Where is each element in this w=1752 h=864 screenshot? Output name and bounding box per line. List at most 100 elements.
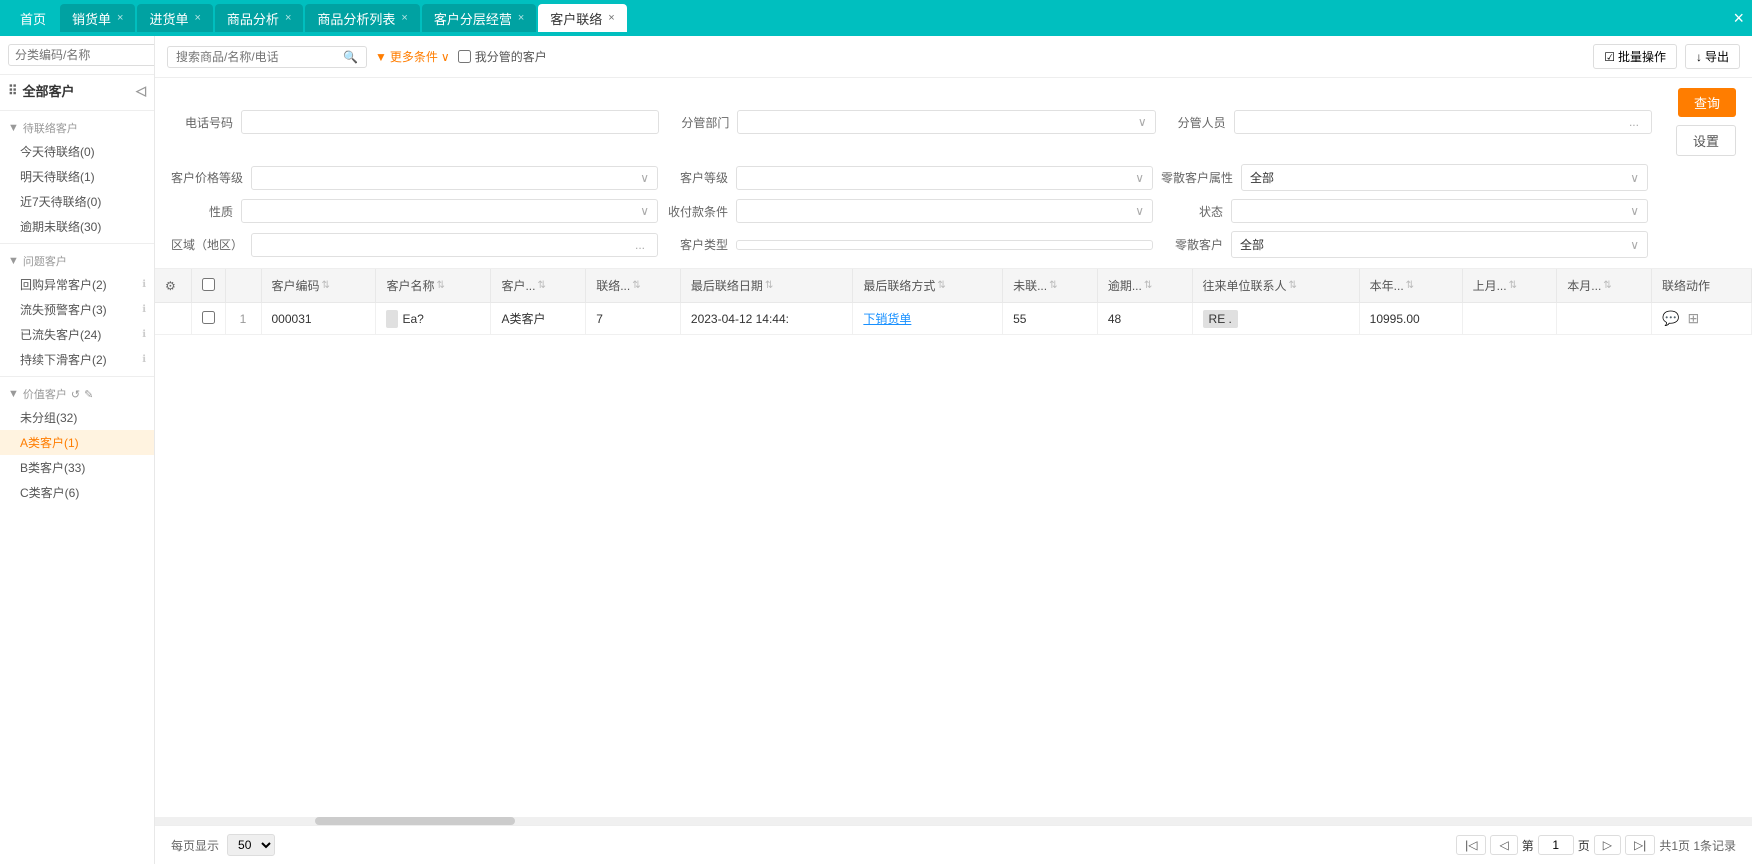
td-overdue: 48 [1097, 303, 1192, 335]
sidebar-item-declining[interactable]: 持续下滑客户(2) ℹ [0, 347, 154, 372]
region-dots[interactable]: ... [631, 238, 649, 252]
sidebar-item-churn-warning[interactable]: 流失预警客户(3) ℹ [0, 297, 154, 322]
tab-customer-segment-close[interactable]: × [518, 12, 524, 24]
qr-action-icon[interactable]: ⊞ [1687, 310, 1699, 327]
tab-customer-contact-close[interactable]: × [608, 12, 614, 24]
prev-page-button[interactable]: ◁ [1490, 835, 1517, 855]
td-code: 000031 [261, 303, 376, 335]
zero-attr-select[interactable]: 全部 ∨ [1241, 164, 1648, 191]
filter-search-icon[interactable]: 🔍 [343, 50, 358, 64]
tab-purchase[interactable]: 进货单 × [137, 4, 212, 32]
sidebar-item-7days-pending[interactable]: 近7天待联络(0) [0, 189, 154, 214]
customer-level-select[interactable]: ∨ [736, 166, 1153, 190]
sort-icon-this-year[interactable]: ⇅ [1406, 280, 1414, 291]
sidebar-collapse-icon[interactable]: ◁ [136, 83, 146, 99]
price-level-chevron: ∨ [640, 171, 649, 185]
row-checkbox[interactable] [202, 311, 215, 324]
filter-price-level: 客户价格等级 ∨ [171, 166, 658, 190]
phone-input[interactable] [241, 110, 659, 134]
zero-customer-chevron: ∨ [1630, 238, 1639, 252]
sidebar-item-repurchase-abnormal[interactable]: 回购异常客户(2) ℹ [0, 272, 154, 297]
tab-product-list-close[interactable]: × [401, 12, 407, 24]
price-level-select[interactable]: ∨ [251, 166, 658, 190]
filter-search-input[interactable] [176, 50, 343, 64]
dept-select[interactable]: ∨ [737, 110, 1155, 134]
sidebar-item-overdue-contact[interactable]: 逾期未联络(30) [0, 214, 154, 239]
refresh-icon[interactable]: ↺ [71, 388, 80, 401]
group-pending-contact[interactable]: ▼ 待联络客户 [0, 115, 154, 139]
sort-icon-name[interactable]: ⇅ [437, 280, 445, 291]
export-button[interactable]: ↓ 导出 [1685, 44, 1740, 69]
sort-icon-last-method[interactable]: ⇅ [937, 280, 945, 291]
tab-product-analysis-close[interactable]: × [285, 12, 291, 24]
first-page-button[interactable]: |◁ [1456, 835, 1486, 855]
customer-table: ⚙ 客户编码 ⇅ [155, 269, 1752, 335]
content-area: 🔍 ▼ 更多条件 ∨ 我分管的客户 ☑ 批量操作 ↓ 导出 [155, 36, 1752, 864]
sidebar-item-class-c[interactable]: C类客户(6) [0, 480, 154, 505]
sort-icon-unit-contact[interactable]: ⇅ [1289, 280, 1297, 291]
sort-icon-no-contact[interactable]: ⇅ [1049, 280, 1057, 291]
last-method-link[interactable]: 下销货单 [863, 312, 911, 326]
sidebar-item-unclassified[interactable]: 未分组(32) [0, 405, 154, 430]
nature-select[interactable]: ∨ [241, 199, 658, 223]
sort-icon-type[interactable]: ⇅ [537, 280, 545, 291]
sort-icon-this-month[interactable]: ⇅ [1603, 280, 1611, 291]
customer-type-select[interactable] [736, 240, 1153, 250]
sidebar-item-today-pending[interactable]: 今天待联络(0) [0, 139, 154, 164]
sidebar-item-class-b[interactable]: B类客户(33) [0, 455, 154, 480]
page-navigation: |◁ ◁ 第 页 ▷ ▷| 共1页 1条记录 [1456, 835, 1736, 855]
tab-sales[interactable]: 销货单 × [60, 4, 135, 32]
sort-icon-last-date[interactable]: ⇅ [765, 280, 773, 291]
col-checkbox [191, 269, 225, 303]
td-contact: 7 [586, 303, 681, 335]
payment-select[interactable]: ∨ [736, 199, 1153, 223]
group-value-customers[interactable]: ▼ 价值客户 ↺ ✎ [0, 381, 154, 405]
chevron-down-icon: ∨ [441, 50, 450, 64]
filter-search-box: 🔍 [167, 46, 367, 68]
chat-action-icon[interactable]: 💬 [1662, 310, 1679, 327]
group-problem-customers[interactable]: ▼ 问题客户 [0, 248, 154, 272]
zero-customer-select[interactable]: 全部 ∨ [1231, 231, 1648, 258]
sort-icon-overdue[interactable]: ⇅ [1144, 280, 1152, 291]
sidebar-item-tomorrow-pending[interactable]: 明天待联络(1) [0, 164, 154, 189]
sort-icon-last-month[interactable]: ⇅ [1509, 280, 1517, 291]
edit-icon[interactable]: ✎ [84, 388, 93, 401]
current-page-input[interactable] [1538, 835, 1574, 855]
filter-payment: 收付款条件 ∨ [666, 199, 1153, 223]
column-settings-icon[interactable]: ⚙ [165, 279, 176, 293]
sidebar-all-customers[interactable]: ⠿ 全部客户 ◁ [0, 75, 154, 106]
my-customers-checkbox-input[interactable] [458, 50, 471, 63]
sort-icon-code[interactable]: ⇅ [322, 280, 330, 291]
filter-more-conditions[interactable]: ▼ 更多条件 ∨ [375, 48, 450, 65]
sidebar-search-input[interactable] [8, 44, 155, 66]
region-select[interactable]: ... [251, 233, 658, 257]
tab-customer-contact[interactable]: 客户联络 × [538, 4, 626, 32]
batch-operation-button[interactable]: ☑ 批量操作 [1593, 44, 1677, 69]
filter-actions: ☑ 批量操作 ↓ 导出 [1593, 44, 1740, 69]
tab-home[interactable]: 首页 [8, 4, 58, 32]
tab-product-analysis[interactable]: 商品分析 × [215, 4, 303, 32]
close-window-icon[interactable]: × [1733, 8, 1744, 29]
my-customers-checkbox[interactable]: 我分管的客户 [458, 48, 547, 65]
group-arrow-value: ▼ [8, 388, 19, 400]
tab-purchase-close[interactable]: × [194, 12, 200, 24]
person-select[interactable]: ... [1234, 110, 1652, 134]
horizontal-scrollbar[interactable] [155, 817, 1752, 825]
tab-sales-close[interactable]: × [117, 12, 123, 24]
sidebar-item-class-a[interactable]: A类客户(1) [0, 430, 154, 455]
sidebar-item-churned[interactable]: 已流失客户(24) ℹ [0, 322, 154, 347]
person-dots[interactable]: ... [1625, 115, 1643, 129]
scroll-thumb[interactable] [315, 817, 515, 825]
last-page-button[interactable]: ▷| [1625, 835, 1655, 855]
status-select[interactable]: ∨ [1231, 199, 1648, 223]
tab-product-list[interactable]: 商品分析列表 × [305, 4, 419, 32]
page-suffix: 页 [1578, 837, 1590, 854]
tab-customer-segment[interactable]: 客户分层经营 × [422, 4, 536, 32]
page-size-select[interactable]: 50 [227, 834, 275, 856]
select-all-checkbox[interactable] [202, 278, 215, 291]
filter-zero-customer: 零散客户 全部 ∨ [1161, 231, 1648, 258]
sort-icon-contact[interactable]: ⇅ [632, 280, 640, 291]
next-page-button[interactable]: ▷ [1594, 835, 1621, 855]
query-button[interactable]: 查询 [1678, 88, 1736, 117]
settings-button[interactable]: 设置 [1676, 125, 1736, 156]
